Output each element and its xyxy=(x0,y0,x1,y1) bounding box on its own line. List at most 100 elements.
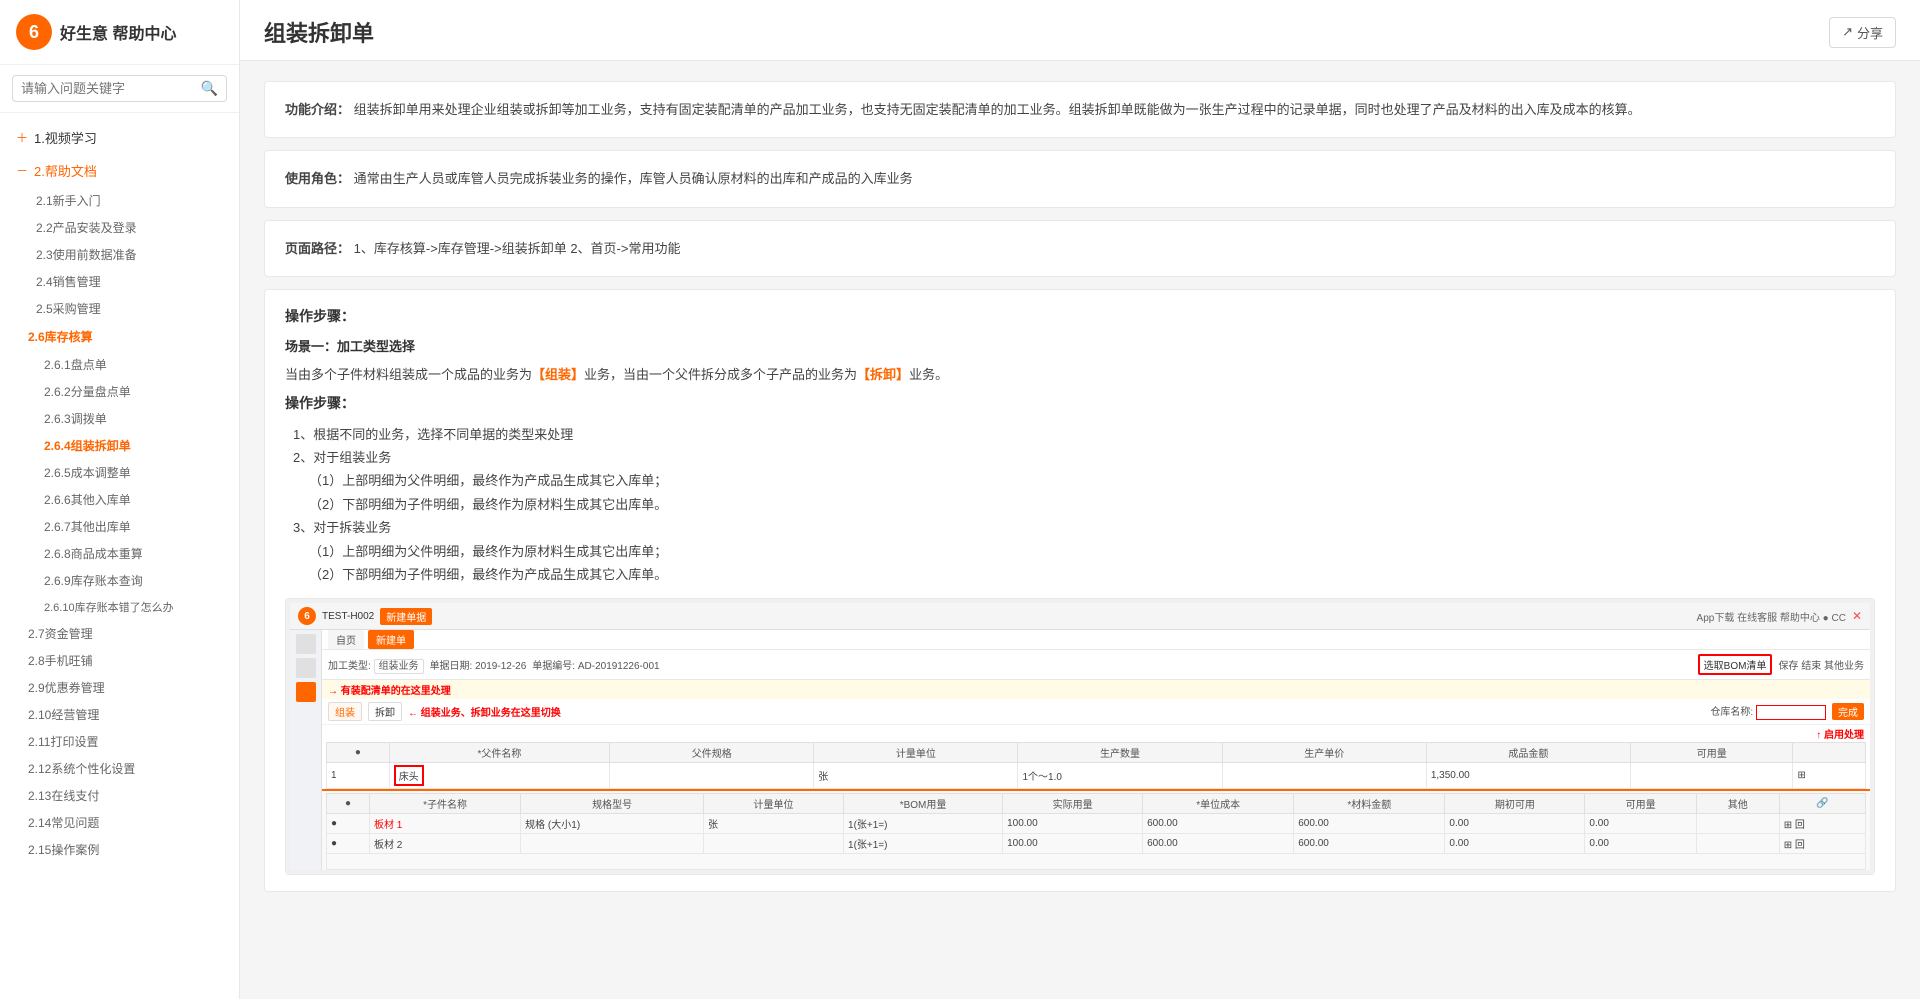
mockup-ltd-init1: 0.00 xyxy=(1445,814,1585,834)
sidebar-item-other-in[interactable]: 2.6.6其他入库单 xyxy=(0,486,239,513)
sidebar-item-stocktake[interactable]: 2.6.1盘点单 xyxy=(0,351,239,378)
mockup-ltd-other1 xyxy=(1696,814,1779,834)
mockup-th-parent-spec: 父件规格 xyxy=(610,743,814,763)
sidebar-item-finance[interactable]: 2.7资金管理 xyxy=(0,620,239,647)
mockup-th-action xyxy=(1793,743,1866,763)
share-button[interactable]: ↗ 分享 xyxy=(1829,17,1896,48)
mockup-lower-row4 xyxy=(327,870,1866,871)
sidebar-item-sales[interactable]: 2.4销售管理 xyxy=(0,268,239,295)
mockup-ltd-amount2: 600.00 xyxy=(1294,834,1445,854)
mockup-form-header: 加工类型: 组装业务 单据日期: 2019-12-26 单据编号: AD-201… xyxy=(322,650,1870,680)
mockup-th-price: 生产单价 xyxy=(1222,743,1426,763)
scene1-desc: 当由多个子件材料组装成一个成品的业务为【组装】业务，当由一个父件拆分成多个子产品… xyxy=(285,363,1875,386)
logo-text: 好生意 帮助中心 xyxy=(60,20,176,44)
role-text: 通常由生产人员或库管人员完成拆装业务的操作，库管人员确认原材料的出库和产成品的入… xyxy=(354,171,913,186)
mockup-date-label: 单据日期: 2019-12-26 xyxy=(430,657,527,672)
mockup-ltd-check2: ● xyxy=(327,834,370,854)
mockup-topbar: 6 TEST-H002 新建单据 App下载 在线客服 帮助中心 ● CC ✕ xyxy=(290,603,1870,630)
mockup-ltd-bom1: 1(张+1=) xyxy=(844,814,1003,834)
mockup-type-switch-area: 组装 拆卸 ← 组装业务、拆卸业务在这里切换 仓库名称: 完成 xyxy=(322,699,1870,725)
feature-intro-block: 功能介绍： 组装拆卸单用来处理企业组装或拆卸等加工业务，支持有固定装配清单的产品… xyxy=(264,81,1896,138)
search-box[interactable]: 🔍 xyxy=(12,75,227,102)
sidebar-item-purchase[interactable]: 2.5采购管理 xyxy=(0,295,239,322)
mockup-lower-table-header: ● *子件名称 规格型号 计量单位 *BOM用量 实际用量 *单位成本 xyxy=(322,789,1870,870)
sidebar-item-online-pay[interactable]: 2.13在线支付 xyxy=(0,782,239,809)
mockup-td-prod-qty: 1个～1.0 xyxy=(1018,763,1222,789)
mockup-th-unit: 计量单位 xyxy=(814,743,1018,763)
search-input[interactable] xyxy=(21,81,201,96)
mockup-close-icon[interactable]: ✕ xyxy=(1852,609,1862,623)
mockup-code-label: 单据编号: AD-20191226-001 xyxy=(532,657,659,672)
mockup-lower-row1: ● 板材 1 规格 (大小1) 张 1(张+1=) 100.00 600.00 xyxy=(327,814,1866,834)
mockup-disassemble-btn: 拆卸 xyxy=(368,702,402,721)
mockup-content: 自页 新建单 加工类型: 组装业务 单据日期: 2019-12-26 单据编号:… xyxy=(290,630,1870,870)
page-title: 组装拆卸单 xyxy=(264,16,374,48)
mockup-ltd-action1: ⊞ 回 xyxy=(1779,814,1865,834)
mockup-lower-row2: ● 板材 2 1(张+1=) 100.00 600.00 6 xyxy=(327,834,1866,854)
sidebar-item-video-learning[interactable]: ＋ 1.视频学习 xyxy=(0,121,239,154)
mockup-tab-home: 自页 xyxy=(328,630,364,649)
sidebar-item-cost-recalc[interactable]: 2.6.8商品成本重算 xyxy=(0,540,239,567)
mockup-th-qty: 生产数量 xyxy=(1018,743,1222,763)
mockup-upper-table-area: ● *父件名称 父件规格 计量单位 生产数量 生产单价 成品金额 xyxy=(322,742,1870,789)
sidebar-item-mobile[interactable]: 2.8手机旺铺 xyxy=(0,647,239,674)
sidebar-item-inventory-book[interactable]: 2.6.9库存账本查询 xyxy=(0,567,239,594)
mockup-th-available: 可用量 xyxy=(1630,743,1793,763)
mockup-type-select: 加工类型: 组装业务 xyxy=(328,657,424,672)
mockup-lth-stock: 期初可用 xyxy=(1445,794,1585,814)
mockup-th-parent-name: *父件名称 xyxy=(389,743,609,763)
mockup-lth-unit-cost: *单位成本 xyxy=(1143,794,1294,814)
sidebar-item-inventory[interactable]: 2.6库存核算 xyxy=(0,322,239,351)
mockup-frame: 6 TEST-H002 新建单据 App下载 在线客服 帮助中心 ● CC ✕ xyxy=(286,599,1874,874)
sidebar-item-cost-adjust[interactable]: 2.6.5成本调整单 xyxy=(0,459,239,486)
mockup-lth-child-spec: 规格型号 xyxy=(521,794,704,814)
sidebar-item-install[interactable]: 2.2产品安装及登录 xyxy=(0,214,239,241)
mockup-left-sidebar xyxy=(290,630,322,870)
mockup-lower-row3 xyxy=(327,854,1866,870)
mockup-warehouse-input[interactable] xyxy=(1756,705,1826,720)
step1: 1、根据不同的业务，选择不同单据的类型来处理 xyxy=(293,423,1875,446)
mockup-assemble-btn: 组装 xyxy=(328,702,362,721)
sidebar-item-print[interactable]: 2.11打印设置 xyxy=(0,728,239,755)
sidebar-item-personalization[interactable]: 2.12系统个性化设置 xyxy=(0,755,239,782)
mockup-inner: 6 TEST-H002 新建单据 App下载 在线客服 帮助中心 ● CC ✕ xyxy=(290,603,1870,870)
sidebar-item-transfer[interactable]: 2.6.3调拨单 xyxy=(0,405,239,432)
sidebar-item-beginner[interactable]: 2.1新手入门 xyxy=(0,187,239,214)
sidebar-item-split-stocktake[interactable]: 2.6.2分量盘点单 xyxy=(0,378,239,405)
sidebar-item-data-prep[interactable]: 2.3使用前数据准备 xyxy=(0,241,239,268)
mockup-ltd-init2: 0.00 xyxy=(1445,834,1585,854)
mockup-main-area: 自页 新建单 加工类型: 组装业务 单据日期: 2019-12-26 单据编号:… xyxy=(322,630,1870,870)
mockup-lth-action: 🔗 xyxy=(1779,794,1865,814)
mockup-empty-row3 xyxy=(327,854,1866,870)
step2-sub1: （1）上部明细为父件明细，最终作为产成品生成其它入库单； xyxy=(309,469,1875,492)
mockup-ltd-action2: ⊞ 回 xyxy=(1779,834,1865,854)
mockup-ltd-bom2: 1(张+1=) xyxy=(844,834,1003,854)
mockup-ltd-check1: ● xyxy=(327,814,370,834)
sidebar-item-help-docs[interactable]: － 2.帮助文档 xyxy=(0,154,239,187)
sidebar-item-inventory-book-fix[interactable]: 2.6.10库存账本错了怎么办 xyxy=(0,594,239,620)
sidebar-item-management[interactable]: 2.10经营管理 xyxy=(0,701,239,728)
feature-intro-label: 功能介绍： xyxy=(285,102,350,117)
plus-icon: ＋ xyxy=(16,129,28,146)
ops-title: 操作步骤： xyxy=(285,306,1875,326)
sidebar-item-coupon[interactable]: 2.9优惠券管理 xyxy=(0,674,239,701)
mockup-td-amount: 1,350.00 xyxy=(1426,763,1630,789)
search-icon[interactable]: 🔍 xyxy=(201,80,218,97)
mockup-bom-select: 选取BOM清单 xyxy=(1698,654,1773,675)
mockup-warehouse-label: 仓库名称: xyxy=(1710,703,1826,720)
sidebar: 6 好生意 帮助中心 🔍 ＋ 1.视频学习 － 2.帮助文档 2.1新手入门 2… xyxy=(0,0,240,999)
mockup-sidebar-icon2 xyxy=(296,658,316,678)
minus-icon: － xyxy=(16,162,28,179)
sidebar-item-cases[interactable]: 2.15操作案例 xyxy=(0,836,239,863)
mockup-tab-new: 新建单 xyxy=(368,630,414,649)
mockup-th-seq: ● xyxy=(327,743,390,763)
mockup-ltd-cost1: 600.00 xyxy=(1143,814,1294,834)
mockup-td-spec xyxy=(610,763,814,789)
path-label: 页面路径： xyxy=(285,241,350,256)
sidebar-item-faq[interactable]: 2.14常见问题 xyxy=(0,809,239,836)
sidebar-item-other-out[interactable]: 2.6.7其他出库单 xyxy=(0,513,239,540)
sidebar-item-assembly[interactable]: 2.6.4组装拆卸单 xyxy=(0,432,239,459)
mockup-new-doc-btn: 新建单据 xyxy=(380,608,432,625)
main-content: 组装拆卸单 ↗ 分享 功能介绍： 组装拆卸单用来处理企业组装或拆卸等加工业务，支… xyxy=(240,0,1920,999)
mockup-ltd-actual1: 100.00 xyxy=(1003,814,1143,834)
